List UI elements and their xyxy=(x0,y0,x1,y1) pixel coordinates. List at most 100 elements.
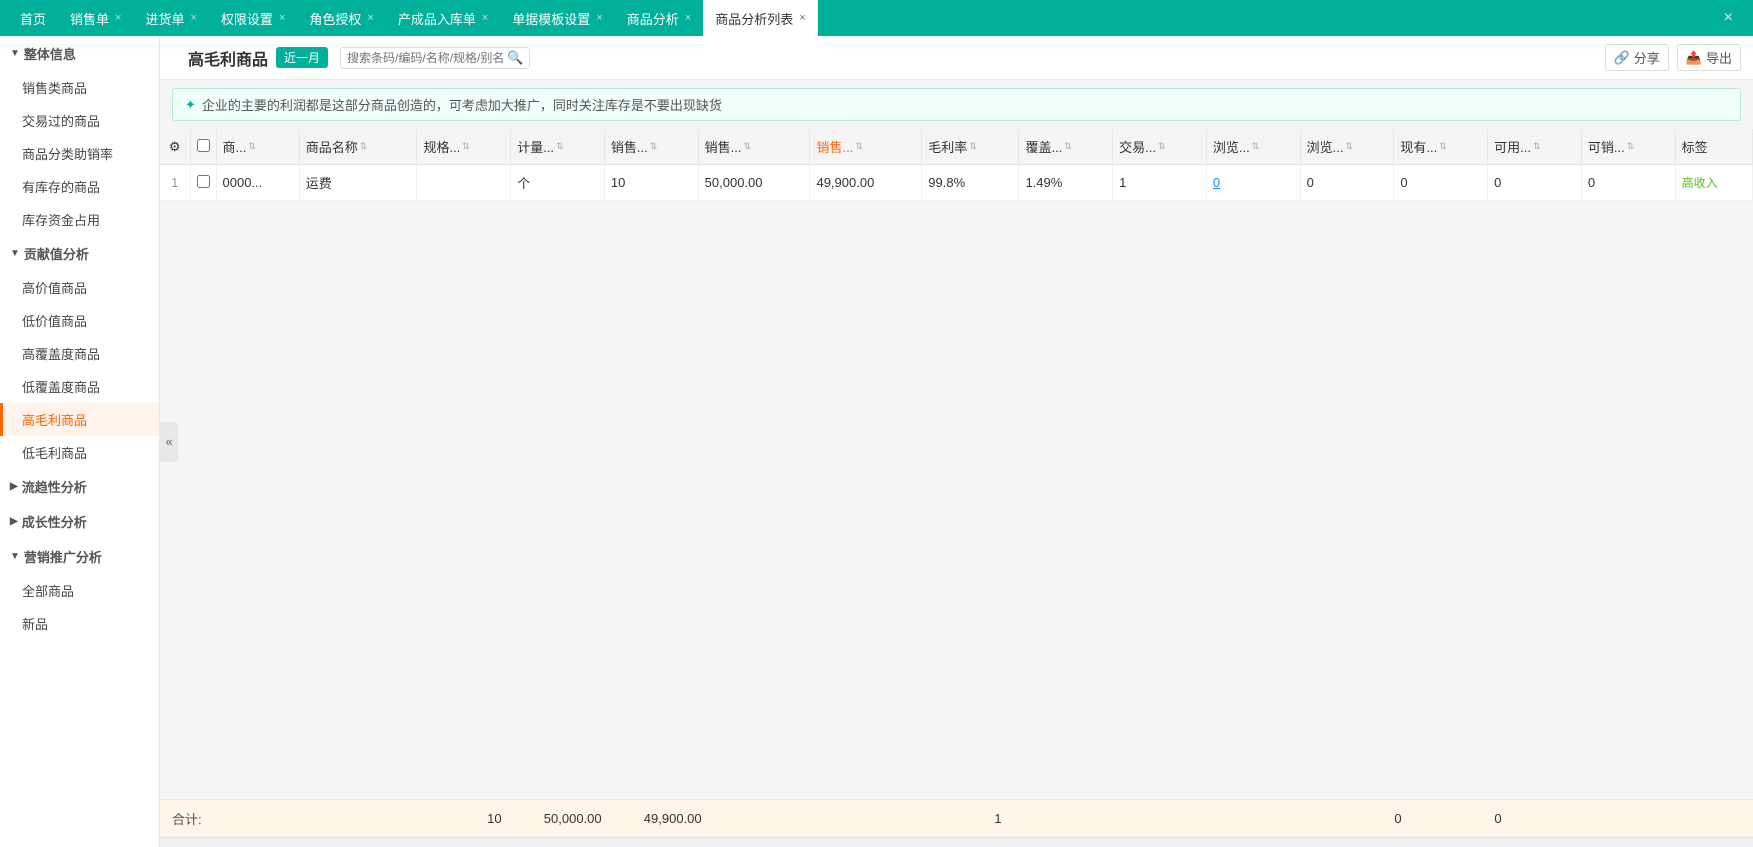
share-button[interactable]: 🔗 分享 xyxy=(1605,44,1669,71)
sidebar-item-new-products[interactable]: 新品 xyxy=(0,607,159,640)
sidebar-section-contribution[interactable]: ▼ 贡献值分析 xyxy=(0,236,159,271)
nav-purchase-order[interactable]: 进货单 × xyxy=(133,0,208,36)
col-checkbox[interactable] xyxy=(190,129,216,165)
sidebar-collapse-btn[interactable]: « xyxy=(160,422,178,462)
sort-code: ⇅ xyxy=(248,141,256,152)
cell-available: 0 xyxy=(1488,165,1582,201)
nav-product-analysis-list[interactable]: 商品分析列表 × xyxy=(703,0,817,36)
nav-permissions[interactable]: 权限设置 × xyxy=(209,0,297,36)
col-browse2[interactable]: 浏览... ⇅ xyxy=(1300,129,1394,165)
sort-spec: ⇅ xyxy=(462,141,470,152)
sidebar-item-stocked-products[interactable]: 有库存的商品 xyxy=(0,170,159,203)
cell-browse2: 0 xyxy=(1300,165,1394,201)
sidebar-item-all-products[interactable]: 全部商品 xyxy=(0,574,159,607)
col-settings[interactable]: ⚙ xyxy=(160,129,190,165)
footer-available: 0 xyxy=(1322,811,1402,826)
col-coverage[interactable]: 覆盖... ⇅ xyxy=(1019,129,1113,165)
close-product-analysis[interactable]: × xyxy=(685,12,691,24)
arrow-marketing: ▼ xyxy=(10,551,20,562)
sort-available: ⇅ xyxy=(1533,141,1541,152)
sidebar-section-marketing[interactable]: ▼ 营销推广分析 xyxy=(0,539,159,574)
cell-coverage: 1.49% xyxy=(1019,165,1113,201)
sidebar-item-sales-products[interactable]: 销售类商品 xyxy=(0,71,159,104)
col-spec[interactable]: 规格... ⇅ xyxy=(417,129,511,165)
col-sales1[interactable]: 销售... ⇅ xyxy=(604,129,698,165)
col-tag: 标签 xyxy=(1675,129,1752,165)
nav-template-settings[interactable]: 单据模板设置 × xyxy=(500,0,614,36)
row-checkbox[interactable] xyxy=(197,175,210,188)
col-unit[interactable]: 计量... ⇅ xyxy=(511,129,605,165)
close-finished-goods[interactable]: × xyxy=(482,12,488,24)
footer-transaction: 1 xyxy=(922,811,1002,826)
info-text: 企业的主要的利润都是这部分商品创造的，可考虑加大推广，同时关注库存是不要出现缺货 xyxy=(202,95,722,114)
nav-product-analysis[interactable]: 商品分析 × xyxy=(615,0,703,36)
search-icon[interactable]: 🔍 xyxy=(507,50,523,66)
col-sales3[interactable]: 销售... ⇅ xyxy=(810,129,922,165)
close-purchase-order[interactable]: × xyxy=(190,12,196,24)
sidebar-item-high-value[interactable]: 高价值商品 xyxy=(0,271,159,304)
col-browse1[interactable]: 浏览... ⇅ xyxy=(1206,129,1300,165)
col-sales2[interactable]: 销售... ⇅ xyxy=(698,129,810,165)
sort-browse2: ⇅ xyxy=(1345,141,1353,152)
info-banner: ✦ 企业的主要的利润都是这部分商品创造的，可考虑加大推广，同时关注库存是不要出现… xyxy=(172,88,1741,121)
sidebar: ▼ 整体信息 销售类商品 交易过的商品 商品分类助销率 有库存的商品 库存资金占… xyxy=(0,36,160,847)
col-current[interactable]: 现有... ⇅ xyxy=(1394,129,1488,165)
col-saleable[interactable]: 可销... ⇅ xyxy=(1581,129,1675,165)
sidebar-section-overall[interactable]: ▼ 整体信息 xyxy=(0,36,159,71)
footer-sales3: 49,900.00 xyxy=(622,811,702,826)
horizontal-scrollbar[interactable] xyxy=(160,837,1753,847)
search-input[interactable] xyxy=(347,51,507,65)
sort-coverage: ⇅ xyxy=(1064,141,1072,152)
sidebar-item-stock-capital[interactable]: 库存资金占用 xyxy=(0,203,159,236)
sidebar-item-high-coverage[interactable]: 高覆盖度商品 xyxy=(0,337,159,370)
sort-sales3: ⇅ xyxy=(855,141,863,152)
footer-sales1: 10 xyxy=(422,811,502,826)
sidebar-item-traded-products[interactable]: 交易过的商品 xyxy=(0,104,159,137)
select-all-checkbox[interactable] xyxy=(197,139,210,152)
cell-num: 1 xyxy=(160,165,190,201)
col-name[interactable]: 商品名称 ⇅ xyxy=(299,129,417,165)
footer-sales2: 50,000.00 xyxy=(522,811,602,826)
col-code[interactable]: 商... ⇅ xyxy=(216,129,299,165)
info-icon: ✦ xyxy=(185,97,196,113)
arrow-growth: ▶ xyxy=(10,516,18,527)
cell-transaction: 1 xyxy=(1113,165,1207,201)
nav-home[interactable]: 首页 xyxy=(8,0,58,36)
close-template-settings[interactable]: × xyxy=(596,12,602,24)
content-header: 高毛利商品 近一月 🔍 🔗 分享 📤 导出 xyxy=(160,36,1753,80)
export-button[interactable]: 📤 导出 xyxy=(1677,44,1741,71)
sidebar-section-trend[interactable]: ▶ 流趋性分析 xyxy=(0,469,159,504)
main-layout: ▼ 整体信息 销售类商品 交易过的商品 商品分类助销率 有库存的商品 库存资金占… xyxy=(0,36,1753,847)
nav-roles[interactable]: 角色授权 × xyxy=(297,0,385,36)
sidebar-item-low-value[interactable]: 低价值商品 xyxy=(0,304,159,337)
nav-sales-order[interactable]: 销售单 × xyxy=(58,0,133,36)
content-area: « 高毛利商品 近一月 🔍 🔗 分享 📤 导出 ✦ 企业的主要的利润都是这部分商… xyxy=(160,36,1753,847)
close-roles[interactable]: × xyxy=(367,12,373,24)
window-close-btn[interactable]: × xyxy=(1712,9,1745,27)
page-title: 高毛利商品 xyxy=(188,46,268,70)
close-permissions[interactable]: × xyxy=(279,12,285,24)
cell-gross-rate: 99.8% xyxy=(922,165,1019,201)
cell-checkbox[interactable] xyxy=(190,165,216,201)
col-transaction[interactable]: 交易... ⇅ xyxy=(1113,129,1207,165)
sidebar-item-low-coverage[interactable]: 低覆盖度商品 xyxy=(0,370,159,403)
table-wrapper[interactable]: ⚙ 商... ⇅ 商品名称 xyxy=(160,129,1753,799)
cell-browse1[interactable]: 0 xyxy=(1206,165,1300,201)
cell-name: 运费 xyxy=(299,165,417,201)
close-product-analysis-list[interactable]: × xyxy=(799,12,805,24)
sort-gross-rate: ⇅ xyxy=(969,141,977,152)
time-badge[interactable]: 近一月 xyxy=(276,47,328,68)
close-sales-order[interactable]: × xyxy=(115,12,121,24)
col-gross-rate[interactable]: 毛利率 ⇅ xyxy=(922,129,1019,165)
sidebar-item-low-margin[interactable]: 低毛利商品 xyxy=(0,436,159,469)
cell-tag: 高收入 xyxy=(1675,165,1752,201)
footer-summary: 合计: 10 50,000.00 49,900.00 1 0 0 xyxy=(160,799,1753,837)
sidebar-item-high-margin[interactable]: 高毛利商品 xyxy=(0,403,159,436)
arrow-trend: ▶ xyxy=(10,481,18,492)
sort-saleable: ⇅ xyxy=(1627,141,1635,152)
sort-sales1: ⇅ xyxy=(650,141,658,152)
nav-finished-goods[interactable]: 产成品入库单 × xyxy=(386,0,500,36)
sidebar-section-growth[interactable]: ▶ 成长性分析 xyxy=(0,504,159,539)
sidebar-item-category-sales-rate[interactable]: 商品分类助销率 xyxy=(0,137,159,170)
col-available[interactable]: 可用... ⇅ xyxy=(1488,129,1582,165)
